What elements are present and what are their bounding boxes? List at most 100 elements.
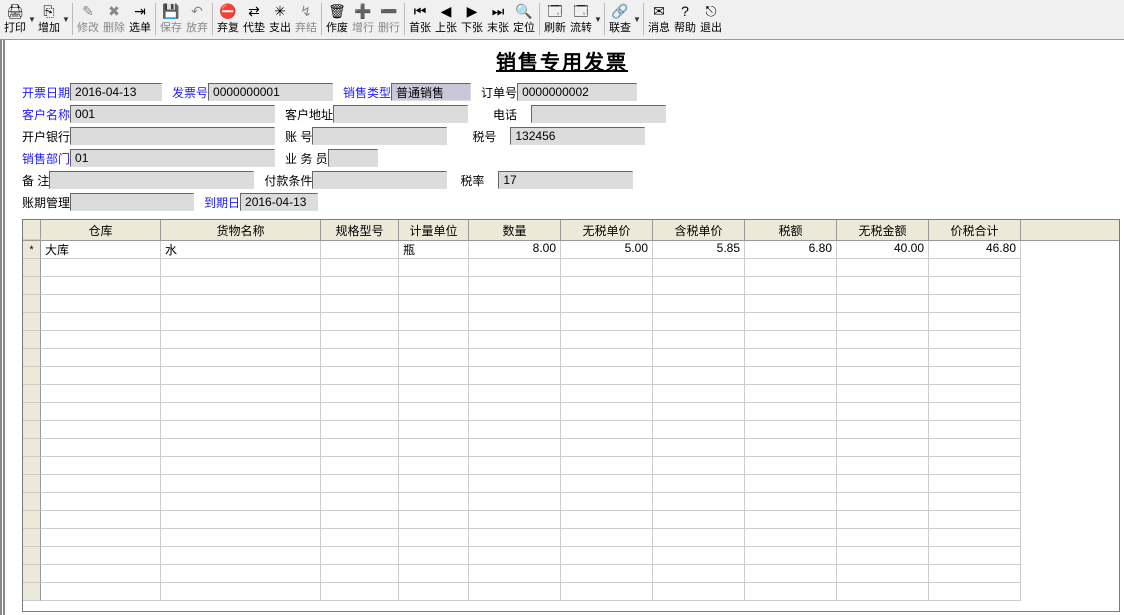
cell[interactable] xyxy=(161,367,321,385)
tb-增加[interactable]: ⎘增加 xyxy=(36,1,62,37)
cell[interactable] xyxy=(561,583,653,601)
fld-tax-no[interactable] xyxy=(510,127,645,145)
cell[interactable] xyxy=(161,349,321,367)
col-价税合计[interactable]: 价税合计 xyxy=(929,220,1021,240)
cell[interactable] xyxy=(161,385,321,403)
cell[interactable] xyxy=(41,277,161,295)
cell[interactable] xyxy=(321,349,399,367)
cell[interactable] xyxy=(321,403,399,421)
cell[interactable] xyxy=(653,439,745,457)
cell[interactable] xyxy=(745,349,837,367)
tb-刷新[interactable]: 🗔刷新 xyxy=(542,1,568,37)
tb-打印[interactable]: 🖨打印 xyxy=(2,1,28,37)
cell[interactable] xyxy=(469,511,561,529)
cell[interactable] xyxy=(561,403,653,421)
col-仓库[interactable]: 仓库 xyxy=(41,220,161,240)
cell[interactable] xyxy=(41,421,161,439)
cell[interactable] xyxy=(321,565,399,583)
cell[interactable] xyxy=(321,439,399,457)
cell[interactable] xyxy=(653,403,745,421)
tb-选单[interactable]: ⇥选单 xyxy=(127,1,153,37)
cell[interactable] xyxy=(837,475,929,493)
cell[interactable] xyxy=(321,295,399,313)
cell[interactable]: 水 xyxy=(161,241,321,259)
col-税额[interactable]: 税额 xyxy=(745,220,837,240)
cell[interactable] xyxy=(399,295,469,313)
fld-pay-term[interactable] xyxy=(312,171,447,189)
cell[interactable] xyxy=(161,529,321,547)
cell[interactable] xyxy=(399,493,469,511)
cell[interactable] xyxy=(469,367,561,385)
col-无税单价[interactable]: 无税单价 xyxy=(561,220,653,240)
cell[interactable] xyxy=(837,439,929,457)
fld-sale-type[interactable] xyxy=(391,83,471,101)
cell[interactable] xyxy=(161,511,321,529)
cell[interactable] xyxy=(469,331,561,349)
cell[interactable] xyxy=(837,349,929,367)
cell[interactable] xyxy=(399,439,469,457)
cell[interactable] xyxy=(837,493,929,511)
cell[interactable] xyxy=(837,529,929,547)
cell[interactable] xyxy=(745,403,837,421)
table-row[interactable] xyxy=(23,295,1119,313)
cell[interactable] xyxy=(561,259,653,277)
table-row[interactable] xyxy=(23,493,1119,511)
cell[interactable] xyxy=(321,511,399,529)
cell[interactable] xyxy=(837,313,929,331)
cell[interactable] xyxy=(399,457,469,475)
cell[interactable] xyxy=(929,511,1021,529)
cell[interactable] xyxy=(561,277,653,295)
cell[interactable] xyxy=(837,547,929,565)
cell[interactable] xyxy=(837,565,929,583)
cell[interactable] xyxy=(837,295,929,313)
cell[interactable] xyxy=(469,457,561,475)
cell[interactable] xyxy=(653,349,745,367)
cell[interactable] xyxy=(745,367,837,385)
cell[interactable] xyxy=(929,403,1021,421)
table-row[interactable] xyxy=(23,313,1119,331)
cell[interactable] xyxy=(837,421,929,439)
fld-acct-mgmt[interactable] xyxy=(70,193,194,211)
cell[interactable] xyxy=(745,421,837,439)
fld-invoice-date[interactable] xyxy=(70,83,162,101)
cell[interactable] xyxy=(653,493,745,511)
cell[interactable] xyxy=(41,331,161,349)
cell[interactable] xyxy=(161,295,321,313)
cell[interactable] xyxy=(837,259,929,277)
cell[interactable] xyxy=(561,529,653,547)
cell[interactable] xyxy=(929,565,1021,583)
fld-cust-addr[interactable] xyxy=(333,105,468,123)
cell[interactable] xyxy=(653,565,745,583)
cell[interactable] xyxy=(653,331,745,349)
cell[interactable] xyxy=(469,547,561,565)
cell[interactable] xyxy=(161,439,321,457)
tb-作废[interactable]: 🗑作废 xyxy=(324,1,350,37)
cell[interactable] xyxy=(321,331,399,349)
cell[interactable] xyxy=(745,331,837,349)
col-规格型号[interactable]: 规格型号 xyxy=(321,220,399,240)
cell[interactable] xyxy=(929,367,1021,385)
cell[interactable] xyxy=(745,439,837,457)
cell[interactable] xyxy=(399,565,469,583)
col-数量[interactable]: 数量 xyxy=(469,220,561,240)
cell[interactable] xyxy=(321,277,399,295)
cell[interactable] xyxy=(929,493,1021,511)
cell[interactable] xyxy=(161,493,321,511)
cell[interactable] xyxy=(929,313,1021,331)
cell[interactable] xyxy=(929,331,1021,349)
cell[interactable] xyxy=(399,349,469,367)
tb-弃复[interactable]: ⛔弃复 xyxy=(215,1,241,37)
cell[interactable] xyxy=(399,421,469,439)
tb-流转-dropdown[interactable] xyxy=(594,1,602,37)
table-row[interactable]: *大库水瓶8.005.005.856.8040.0046.80 xyxy=(23,241,1119,259)
cell[interactable] xyxy=(399,277,469,295)
cell[interactable] xyxy=(745,475,837,493)
tb-首张[interactable]: ⏮首张 xyxy=(407,1,433,37)
cell[interactable] xyxy=(745,511,837,529)
tb-打印-dropdown[interactable] xyxy=(28,1,36,37)
cell[interactable] xyxy=(399,583,469,601)
table-row[interactable] xyxy=(23,403,1119,421)
cell[interactable] xyxy=(321,259,399,277)
cell[interactable] xyxy=(469,493,561,511)
cell[interactable] xyxy=(561,457,653,475)
